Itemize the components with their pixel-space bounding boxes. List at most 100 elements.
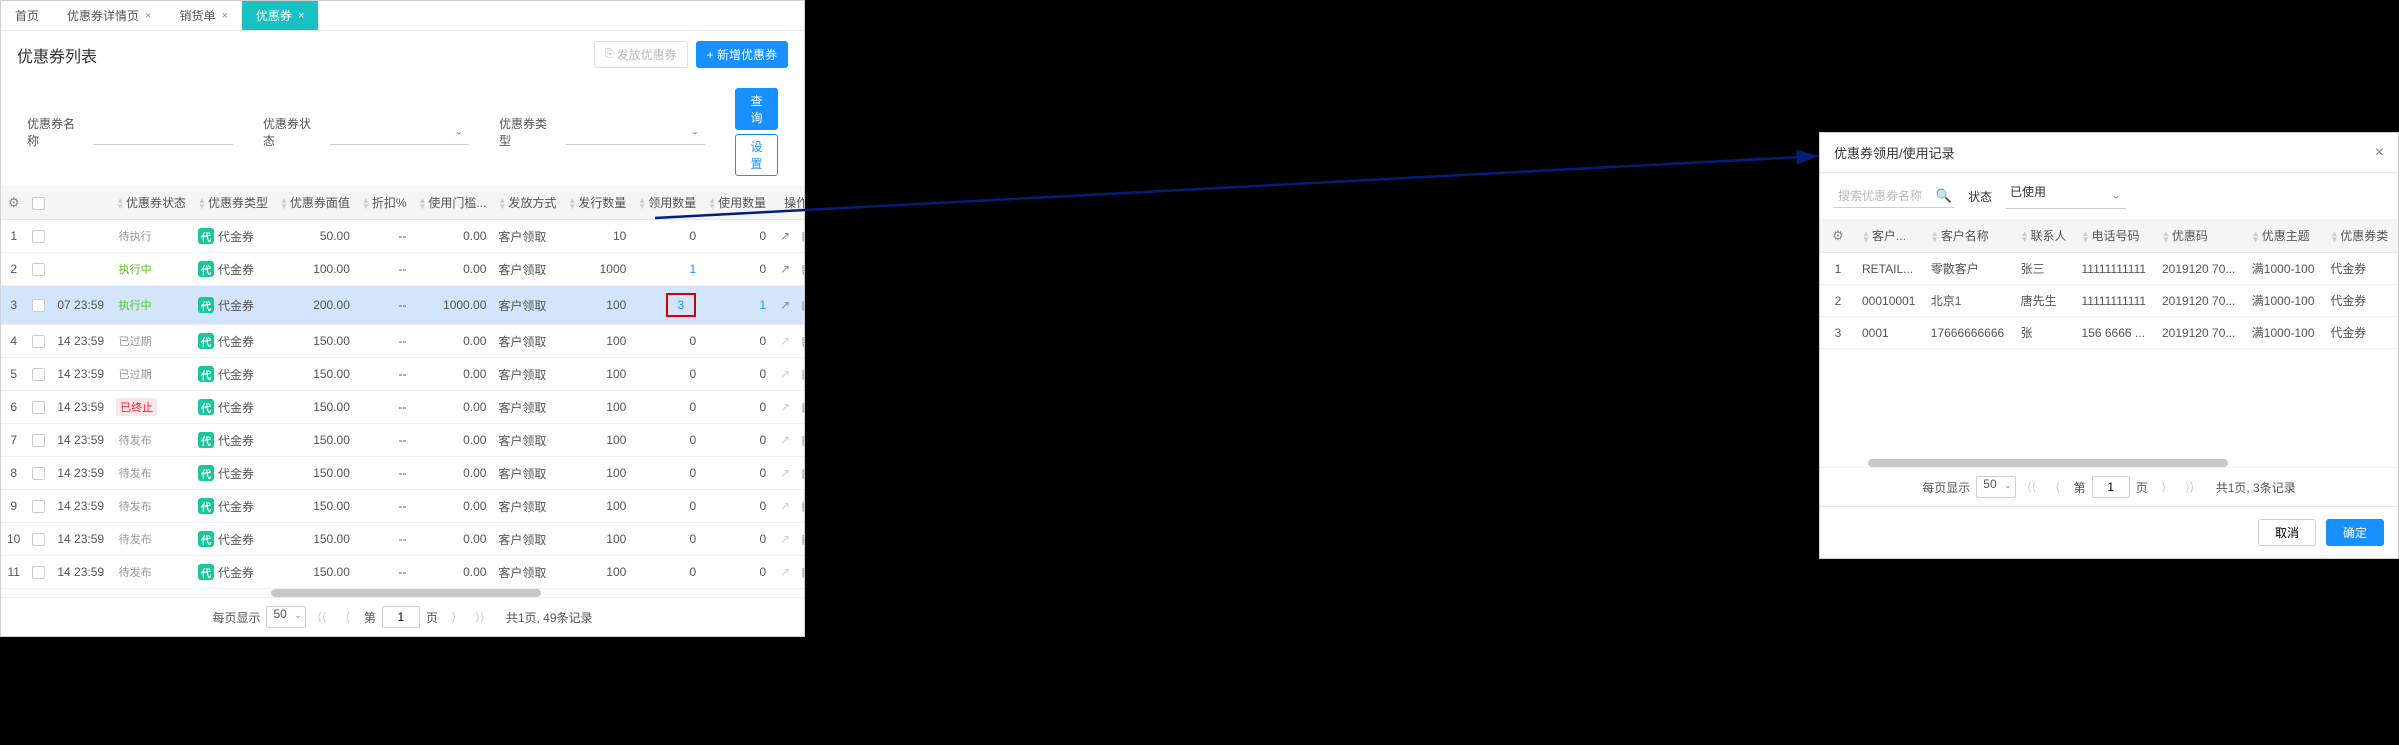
qrcode-icon[interactable]: ▦ [800, 466, 804, 480]
share-icon[interactable]: ↗ [778, 400, 792, 414]
qrcode-icon[interactable]: ▦ [800, 433, 804, 447]
table-row[interactable]: 2 执行中 代代金券 100.00 -- 0.00 客户领取 1000 1 0 … [1, 253, 804, 286]
sort-icon[interactable]: ▲▼ [2330, 231, 2338, 243]
share-icon[interactable]: ↗ [778, 499, 792, 513]
sort-icon[interactable]: ▲▼ [418, 198, 426, 210]
qrcode-icon[interactable]: ▦ [800, 565, 804, 579]
close-icon[interactable]: × [2375, 144, 2384, 162]
share-icon[interactable]: ↗ [778, 565, 792, 579]
claim-qty-link[interactable]: 3 [666, 293, 697, 317]
page-next-button[interactable]: ⟩ [2154, 477, 2174, 497]
row-checkbox[interactable] [32, 401, 45, 414]
sort-icon[interactable]: ▲▼ [2252, 231, 2260, 243]
settings-button[interactable]: 设置 [735, 134, 778, 176]
table-row[interactable]: 10 14 23:59 待发布 代代金券 150.00 -- 0.00 客户领取… [1, 523, 804, 556]
distribute-coupon-button[interactable]: ⎘发放优惠券 [594, 41, 688, 68]
sort-icon[interactable]: ▲▼ [1862, 231, 1870, 243]
sort-icon[interactable]: ▲▼ [280, 198, 288, 210]
share-icon[interactable]: ↗ [778, 298, 792, 312]
sort-icon[interactable]: ▲▼ [498, 198, 506, 210]
table-row[interactable]: 9 14 23:59 待发布 代代金券 150.00 -- 0.00 客户领取 … [1, 490, 804, 523]
coupon-status-select[interactable]: ⌄ [330, 119, 469, 145]
page-input[interactable] [2092, 476, 2130, 498]
row-checkbox[interactable] [32, 533, 45, 546]
add-coupon-button[interactable]: + 新增优惠券 [696, 41, 788, 68]
share-icon[interactable]: ↗ [778, 367, 792, 381]
page-prev-button[interactable]: ⟨ [2048, 477, 2068, 497]
sort-icon[interactable]: ▲▼ [2021, 231, 2029, 243]
row-checkbox[interactable] [32, 368, 45, 381]
row-checkbox[interactable] [32, 299, 45, 312]
page-input[interactable] [382, 606, 420, 628]
share-icon[interactable]: ↗ [778, 433, 792, 447]
drawer-status-select[interactable]: 已使用 ⌄ [2006, 183, 2126, 209]
row-checkbox[interactable] [32, 263, 45, 276]
qrcode-icon[interactable]: ▦ [800, 229, 804, 243]
table-row[interactable]: 5 14 23:59 已过期 代代金券 150.00 -- 0.00 客户领取 … [1, 358, 804, 391]
row-checkbox[interactable] [32, 467, 45, 480]
sort-icon[interactable]: ▲▼ [638, 198, 646, 210]
row-checkbox[interactable] [32, 230, 45, 243]
qrcode-icon[interactable]: ▦ [800, 298, 804, 312]
table-row[interactable]: 3 0001 17666666666 张 156 6666 ... 201912… [1820, 317, 2398, 349]
tab-sales-order[interactable]: 销货单× [165, 1, 241, 30]
select-all-checkbox[interactable] [32, 197, 45, 210]
share-icon[interactable]: ↗ [778, 466, 792, 480]
search-icon[interactable]: 🔍 [1936, 188, 1952, 204]
share-icon[interactable]: ↗ [778, 229, 792, 243]
page-prev-button[interactable]: ⟨ [338, 607, 358, 627]
cancel-button[interactable]: 取消 [2258, 519, 2316, 546]
tab-coupon-detail[interactable]: 优惠券详情页× [53, 1, 165, 30]
table-row[interactable]: 1 待执行 代代金券 50.00 -- 0.00 客户领取 10 0 0 ↗▦ [1, 220, 804, 253]
qrcode-icon[interactable]: ▦ [800, 367, 804, 381]
qrcode-icon[interactable]: ▦ [800, 499, 804, 513]
claim-qty-link[interactable]: 1 [690, 262, 697, 276]
table-row[interactable]: 6 14 23:59 已终止 代代金券 150.00 -- 0.00 客户领取 … [1, 391, 804, 424]
use-qty-link[interactable]: 1 [759, 298, 766, 312]
coupon-name-input[interactable] [93, 119, 233, 145]
sort-icon[interactable]: ▲▼ [568, 198, 576, 210]
table-row[interactable]: 3 07 23:59 执行中 代代金券 200.00 -- 1000.00 客户… [1, 286, 804, 325]
close-icon[interactable]: × [221, 10, 227, 22]
sort-icon[interactable]: ▲▼ [1931, 231, 1939, 243]
page-last-button[interactable]: ⟩⟩ [470, 607, 490, 627]
scrollbar-thumb[interactable] [1868, 459, 2228, 467]
close-icon[interactable]: × [298, 10, 304, 22]
qrcode-icon[interactable]: ▦ [800, 262, 804, 276]
share-icon[interactable]: ↗ [778, 334, 792, 348]
table-row[interactable]: 8 14 23:59 待发布 代代金券 150.00 -- 0.00 客户领取 … [1, 457, 804, 490]
gear-icon[interactable]: ⚙ [1832, 228, 1844, 243]
page-first-button[interactable]: ⟨⟨ [312, 607, 332, 627]
page-first-button[interactable]: ⟨⟨ [2022, 477, 2042, 497]
table-row[interactable]: 4 14 23:59 已过期 代代金券 150.00 -- 0.00 客户领取 … [1, 325, 804, 358]
horizontal-scrollbar[interactable] [1, 589, 804, 597]
sort-icon[interactable]: ▲▼ [2162, 231, 2170, 243]
query-button[interactable]: 查询 [735, 88, 778, 130]
table-row[interactable]: 2 00010001 北京1 唐先生 11111111111 2019120 7… [1820, 285, 2398, 317]
qrcode-icon[interactable]: ▦ [800, 334, 804, 348]
row-checkbox[interactable] [32, 500, 45, 513]
tab-home[interactable]: 首页 [1, 1, 53, 30]
table-row[interactable]: 1 RETAIL... 零散客户 张三 11111111111 2019120 … [1820, 253, 2398, 285]
close-icon[interactable]: × [145, 10, 151, 22]
coupon-type-select[interactable]: ⌄ [566, 119, 705, 145]
share-icon[interactable]: ↗ [778, 262, 792, 276]
qrcode-icon[interactable]: ▦ [800, 532, 804, 546]
row-checkbox[interactable] [32, 434, 45, 447]
sort-icon[interactable]: ▲▼ [362, 198, 370, 210]
confirm-button[interactable]: 确定 [2326, 519, 2384, 546]
page-next-button[interactable]: ⟩ [444, 607, 464, 627]
horizontal-scrollbar[interactable] [1820, 459, 2398, 467]
page-last-button[interactable]: ⟩⟩ [2180, 477, 2200, 497]
sort-icon[interactable]: ▲▼ [198, 198, 206, 210]
share-icon[interactable]: ↗ [778, 532, 792, 546]
row-checkbox[interactable] [32, 566, 45, 579]
scrollbar-thumb[interactable] [271, 589, 541, 597]
sort-icon[interactable]: ▲▼ [116, 198, 124, 210]
sort-icon[interactable]: ▲▼ [708, 198, 716, 210]
tab-coupon[interactable]: 优惠券× [242, 1, 318, 30]
row-checkbox[interactable] [32, 335, 45, 348]
qrcode-icon[interactable]: ▦ [800, 400, 804, 414]
sort-icon[interactable]: ▲▼ [2082, 231, 2090, 243]
gear-icon[interactable]: ⚙ [8, 195, 20, 210]
